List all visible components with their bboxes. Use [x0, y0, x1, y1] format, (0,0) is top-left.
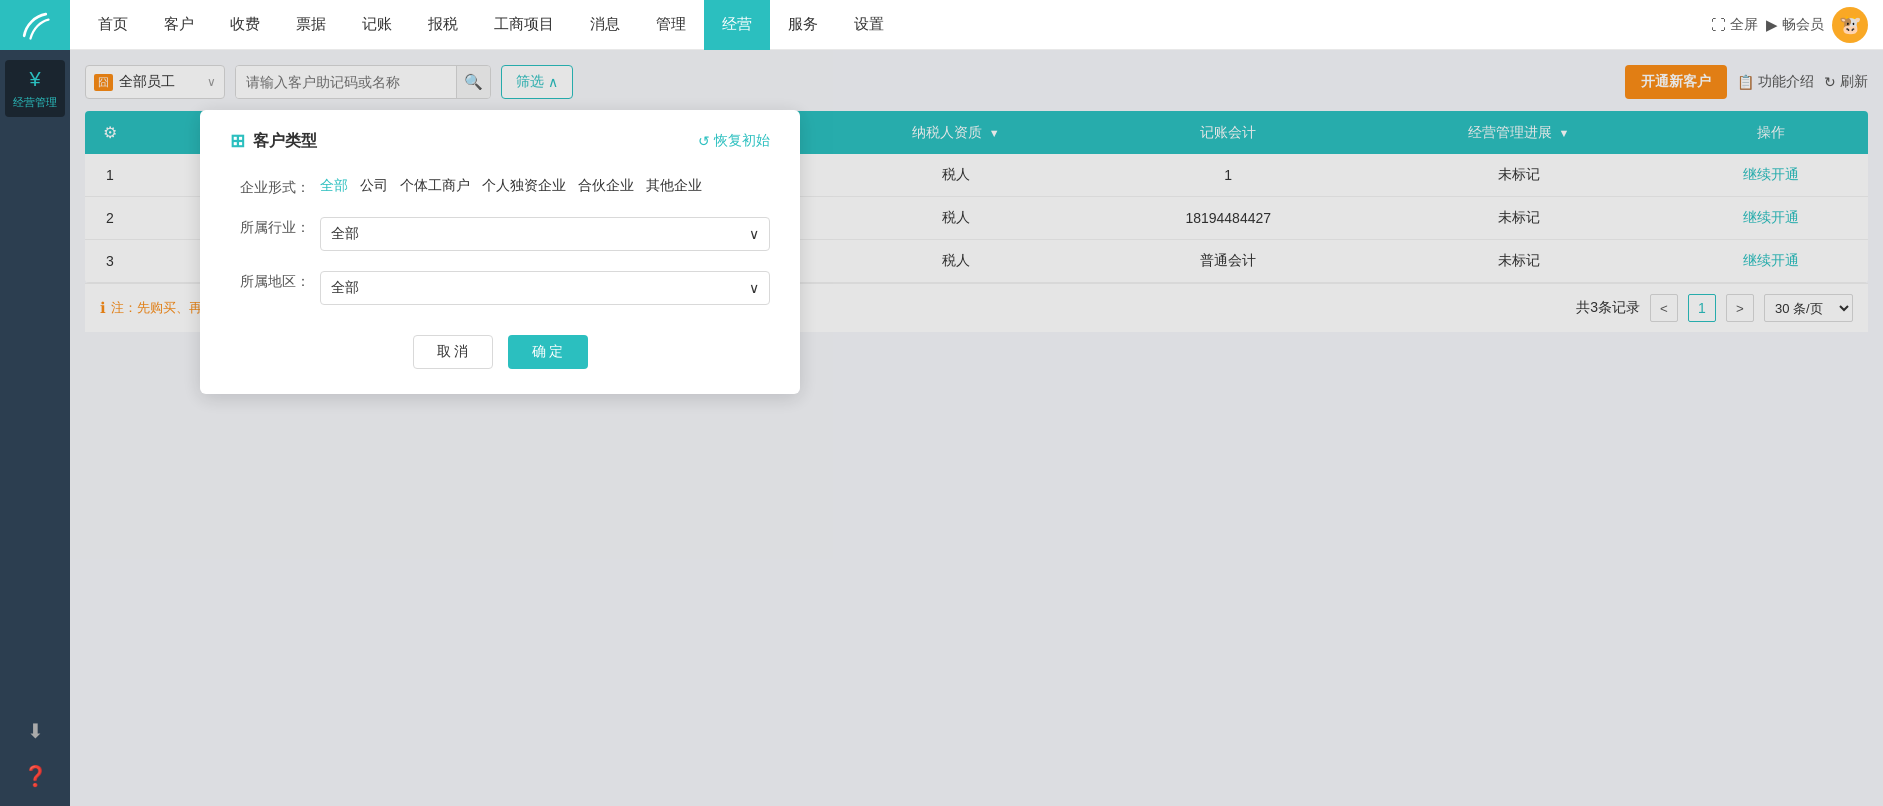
- fullscreen-icon: ⛶: [1711, 16, 1726, 33]
- nav-right: ⛶ 全屏 ▶ 畅会员 🐮: [1711, 7, 1883, 43]
- nav-message[interactable]: 消息: [572, 0, 638, 50]
- sidebar-bottom: ⬇ ❓: [5, 711, 65, 806]
- enterprise-option-company[interactable]: 公司: [360, 177, 388, 195]
- region-select-wrapper: 全部 ∨: [320, 271, 770, 305]
- modal-title-text: 客户类型: [253, 131, 317, 152]
- nav-bills[interactable]: 票据: [278, 0, 344, 50]
- modal-footer: 取 消 确 定: [230, 335, 770, 369]
- modal-title-icon: ⊞: [230, 130, 245, 152]
- industry-select-wrapper: 全部 ∨: [320, 217, 770, 251]
- enterprise-option-individual[interactable]: 个体工商户: [400, 177, 470, 195]
- region-value: 全部: [331, 279, 359, 297]
- region-label: 所属地区：: [230, 271, 310, 291]
- region-form-row: 所属地区： 全部 ∨: [230, 271, 770, 305]
- industry-arrow-icon: ∨: [749, 226, 759, 242]
- sidebar-item-operation[interactable]: ¥ 经营管理: [5, 60, 65, 117]
- industry-value: 全部: [331, 225, 359, 243]
- sidebar-help[interactable]: ❓: [5, 756, 65, 796]
- enterprise-label: 企业形式：: [230, 177, 310, 197]
- modal-title: ⊞ 客户类型: [230, 130, 317, 152]
- industry-form-row: 所属行业： 全部 ∨: [230, 217, 770, 251]
- region-select[interactable]: 全部 ∨: [320, 271, 770, 305]
- nav-customer[interactable]: 客户: [146, 0, 212, 50]
- nav-home[interactable]: 首页: [80, 0, 146, 50]
- nav-manage[interactable]: 管理: [638, 0, 704, 50]
- enterprise-option-partnership[interactable]: 合伙企业: [578, 177, 634, 195]
- reset-label: 恢复初始: [714, 132, 770, 150]
- nav-service[interactable]: 服务: [770, 0, 836, 50]
- logo: [0, 0, 70, 50]
- modal-overlay: ⊞ 客户类型 ↺ 恢复初始 企业形式： 全部 公司 个体工商户 个人独资企业 合…: [70, 50, 1883, 806]
- nav-accounting[interactable]: 记账: [344, 0, 410, 50]
- top-nav: 首页 客户 收费 票据 记账 报税 工商项目 消息 管理 经营 服务 设置 ⛶ …: [0, 0, 1883, 50]
- nav-settings[interactable]: 设置: [836, 0, 902, 50]
- yuan-icon: ¥: [29, 68, 40, 91]
- logo-icon: [17, 7, 53, 43]
- confirm-button[interactable]: 确 定: [508, 335, 588, 369]
- sidebar: ¥ 经营管理 ⬇ ❓: [0, 50, 70, 806]
- sidebar-label-operation: 经营管理: [13, 95, 57, 109]
- region-arrow-icon: ∨: [749, 280, 759, 296]
- enterprise-option-other[interactable]: 其他企业: [646, 177, 702, 195]
- enterprise-option-sole[interactable]: 个人独资企业: [482, 177, 566, 195]
- reset-button[interactable]: ↺ 恢复初始: [698, 132, 770, 150]
- nav-tax[interactable]: 报税: [410, 0, 476, 50]
- nav-items: 首页 客户 收费 票据 记账 报税 工商项目 消息 管理 经营 服务 设置: [70, 0, 1711, 49]
- enterprise-form-row: 企业形式： 全部 公司 个体工商户 个人独资企业 合伙企业 其他企业: [230, 177, 770, 197]
- industry-label: 所属行业：: [230, 217, 310, 237]
- cancel-button[interactable]: 取 消: [413, 335, 493, 369]
- fullscreen-btn[interactable]: ⛶ 全屏: [1711, 16, 1758, 34]
- nav-fee[interactable]: 收费: [212, 0, 278, 50]
- fullscreen-label: 全屏: [1730, 16, 1758, 34]
- nav-business[interactable]: 工商项目: [476, 0, 572, 50]
- enterprise-option-all[interactable]: 全部: [320, 177, 348, 195]
- enterprise-options: 全部 公司 个体工商户 个人独资企业 合伙企业 其他企业: [320, 177, 770, 195]
- modal-header: ⊞ 客户类型 ↺ 恢复初始: [230, 130, 770, 152]
- nav-operation[interactable]: 经营: [704, 0, 770, 50]
- sidebar-download[interactable]: ⬇: [5, 711, 65, 751]
- filter-modal: ⊞ 客户类型 ↺ 恢复初始 企业形式： 全部 公司 个体工商户 个人独资企业 合…: [200, 110, 800, 394]
- vip-icon: ▶: [1766, 16, 1778, 34]
- industry-select[interactable]: 全部 ∨: [320, 217, 770, 251]
- avatar[interactable]: 🐮: [1832, 7, 1868, 43]
- vip-label: 畅会员: [1782, 16, 1824, 34]
- vip-btn[interactable]: ▶ 畅会员: [1766, 16, 1824, 34]
- reset-icon: ↺: [698, 133, 710, 149]
